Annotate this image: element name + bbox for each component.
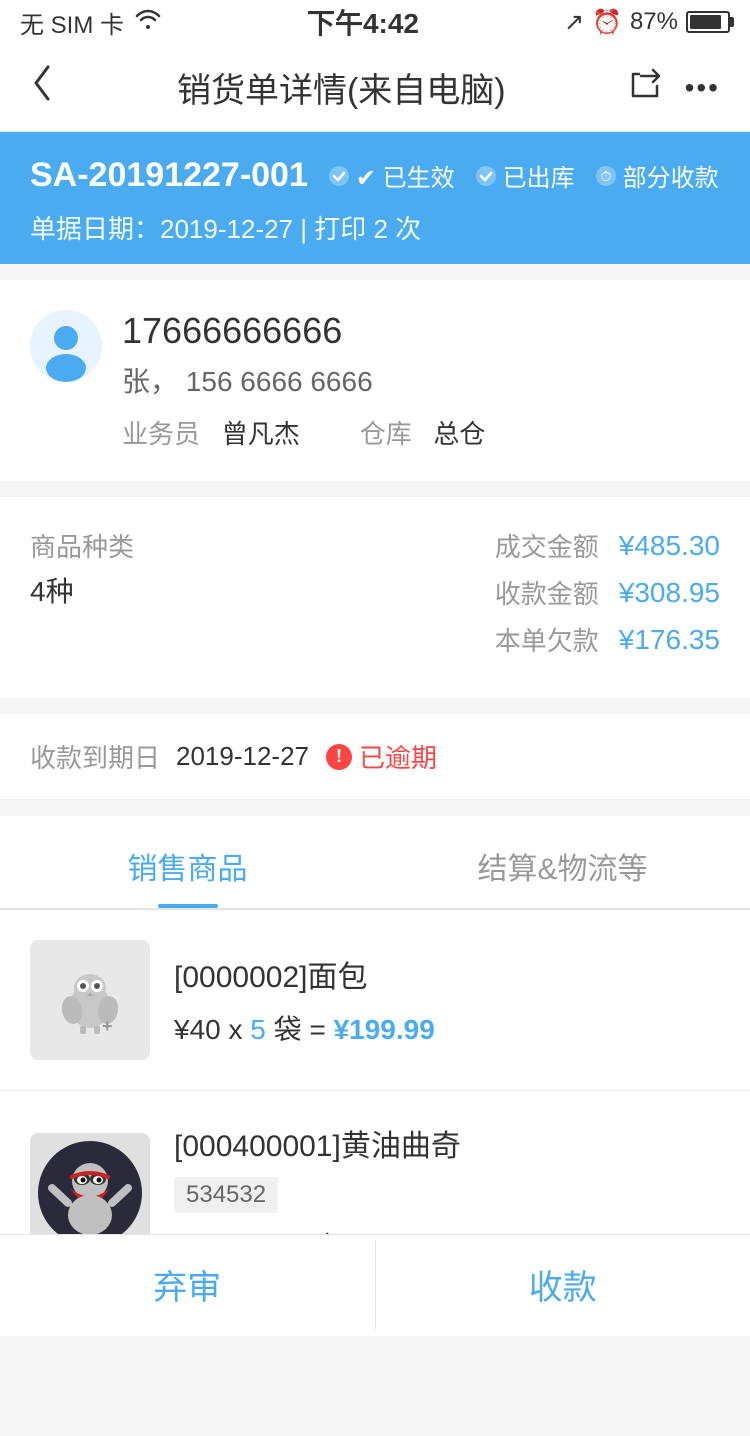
customer-section: 17666666666 张， 156 6666 6666 业务员 曾凡杰 仓库 … — [0, 280, 750, 481]
product-image-placeholder-1: + — [30, 940, 150, 1060]
svg-text:⏱: ⏱ — [600, 168, 611, 184]
warehouse-value: 总仓 — [433, 419, 485, 449]
debt-row: 本单欠款 ¥176.35 — [375, 621, 720, 658]
status-bar: 无 SIM 卡 下午4:42 ↗ ⏰ 87% — [0, 0, 750, 44]
categories-count: 4种 — [30, 570, 375, 610]
status-badge-shipped: 已出库 — [475, 158, 575, 193]
stats-left: 商品种类 4种 — [30, 527, 375, 610]
page-title: 销货单详情(来自电脑) — [177, 63, 506, 112]
status-badge-partial: ⏱ 部分收款 — [595, 158, 719, 193]
overdue-badge: ! 已逾期 — [325, 738, 437, 775]
reject-button[interactable]: 弃审 — [0, 1240, 376, 1329]
order-date-info: 单据日期：2019-12-27 | 打印 2 次 — [30, 209, 720, 246]
categories-label: 商品种类 — [30, 527, 375, 564]
product-item: + [0000002]面包 ¥40 x 5 袋 = ¥199.99 — [0, 910, 750, 1091]
salesperson-item: 业务员 曾凡杰 — [122, 414, 300, 451]
status-bar-left: 无 SIM 卡 — [20, 5, 162, 40]
customer-id: 17666666666 — [122, 310, 720, 352]
wifi-icon — [134, 8, 162, 36]
status-badge-effective: ✔ 已生效 — [328, 158, 455, 193]
location-icon: ↗ — [564, 8, 584, 37]
due-section: 收款到期日 2019-12-27 ! 已逾期 — [0, 714, 750, 800]
battery-icon — [686, 11, 730, 33]
alarm-icon: ⏰ — [592, 8, 622, 37]
received-amount: ¥308.95 — [619, 577, 720, 609]
transaction-row: 成交金额 ¥485.30 — [375, 527, 720, 564]
collect-button[interactable]: 收款 — [376, 1240, 750, 1329]
nav-bar: 销货单详情(来自电脑) ••• — [0, 44, 750, 132]
customer-name-phone: 张， 156 6666 6666 — [122, 360, 720, 400]
customer-meta: 业务员 曾凡杰 仓库 总仓 — [122, 414, 720, 451]
share-icon[interactable] — [629, 68, 661, 108]
carrier-text: 无 SIM 卡 — [20, 5, 124, 40]
order-number: SA-20191227-001 — [30, 156, 308, 195]
product-total-1: ¥199.99 — [334, 1014, 435, 1045]
svg-text:+: + — [102, 1016, 113, 1036]
more-icon[interactable]: ••• — [685, 72, 720, 104]
svg-text:!: ! — [336, 746, 342, 766]
battery-percent: 87% — [630, 8, 678, 36]
product-name-1: [0000002]面包 — [174, 952, 720, 996]
product-sku-2: 534532 — [174, 1177, 278, 1213]
back-button[interactable] — [30, 63, 54, 112]
salesperson-value: 曾凡杰 — [222, 419, 300, 449]
received-row: 收款金额 ¥308.95 — [375, 574, 720, 611]
tabs-bar: 销售商品 结算&物流等 — [0, 816, 750, 910]
product-thumbnail-1: + — [30, 940, 150, 1060]
stats-right: 成交金额 ¥485.30 收款金额 ¥308.95 本单欠款 ¥176.35 — [375, 527, 720, 668]
debt-amount: ¥176.35 — [619, 624, 720, 656]
transaction-amount: ¥485.30 — [619, 530, 720, 562]
header-banner: SA-20191227-001 ✔ 已生效 已出库 ⏱ 部分收款 单据日期：20… — [0, 132, 750, 264]
tab-settlement[interactable]: 结算&物流等 — [375, 816, 750, 908]
status-bar-time: 下午4:42 — [307, 2, 419, 42]
product-info-1: [0000002]面包 ¥40 x 5 袋 = ¥199.99 — [174, 952, 720, 1048]
tab-products[interactable]: 销售商品 — [0, 816, 375, 908]
nav-actions: ••• — [629, 68, 720, 108]
product-price-1: ¥40 x 5 袋 = ¥199.99 — [174, 1008, 720, 1048]
product-name-2: [000400001]黄油曲奇 — [174, 1121, 720, 1165]
warehouse-item: 仓库 总仓 — [360, 414, 486, 451]
customer-info: 17666666666 张， 156 6666 6666 业务员 曾凡杰 仓库 … — [122, 310, 720, 451]
status-bar-right: ↗ ⏰ 87% — [564, 8, 730, 37]
product-qty-1: 5 — [250, 1014, 266, 1045]
stats-section: 商品种类 4种 成交金额 ¥485.30 收款金额 ¥308.95 本单欠款 ¥… — [0, 497, 750, 698]
bottom-bar: 弃审 收款 — [0, 1234, 750, 1334]
customer-avatar — [30, 310, 102, 382]
